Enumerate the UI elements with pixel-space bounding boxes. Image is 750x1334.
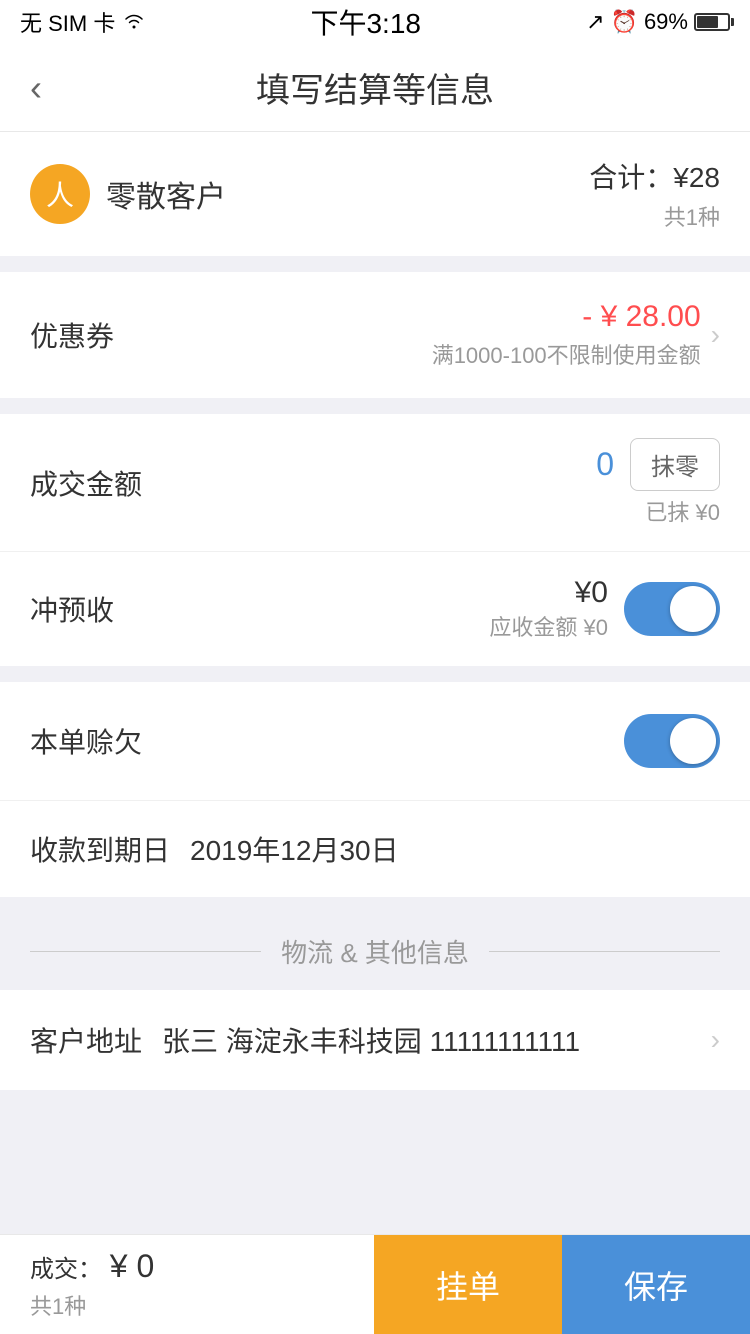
status-left: 无 SIM 卡 xyxy=(20,6,145,38)
logistics-line-right xyxy=(489,951,720,952)
status-time: 下午3:18 xyxy=(310,2,421,42)
save-button[interactable]: 保存 xyxy=(562,1235,750,1334)
prepay-value-row: ¥0 应收金额 ¥0 xyxy=(489,576,720,642)
prepay-row: 冲预收 ¥0 应收金额 ¥0 xyxy=(0,552,750,666)
logistics-title: 物流 & 其他信息 xyxy=(261,933,489,970)
coupon-desc: 满1000-100不限制使用金额 xyxy=(432,338,701,370)
total-price: 合计：¥28 xyxy=(589,156,720,196)
address-row[interactable]: 客户地址 张三 海淀永丰科技园 11111111111 › xyxy=(0,990,750,1090)
coupon-section[interactable]: 优惠券 - ¥ 28.00 满1000-100不限制使用金额 › xyxy=(0,272,750,398)
section-divider xyxy=(0,897,750,913)
avatar: 人 xyxy=(30,164,90,224)
battery-percent: 69% xyxy=(644,9,688,35)
customer-total: 合计：¥28 共1种 xyxy=(589,156,720,232)
prepay-amount: ¥0 xyxy=(489,576,608,610)
deal-amount-right: 0 抹零 已抹 ¥0 xyxy=(596,438,720,527)
bottom-deal-label: 成交： xyxy=(30,1256,102,1283)
coupon-chevron-icon: › xyxy=(711,319,720,351)
address-label: 客户地址 xyxy=(30,1020,142,1060)
logistics-header: 物流 & 其他信息 xyxy=(0,913,750,990)
bottom-deal-amount: ¥ 0 xyxy=(110,1248,154,1284)
coupon-value: - ¥ 28.00 满1000-100不限制使用金额 xyxy=(432,300,701,370)
due-date-value: 2019年12月30日 xyxy=(190,829,399,869)
customer-name: 零散客户 xyxy=(106,172,226,216)
location-icon: ↗ xyxy=(586,9,604,35)
hang-button[interactable]: 挂单 xyxy=(374,1235,562,1334)
customer-info: 人 零散客户 xyxy=(30,164,226,224)
address-value: 张三 海淀永丰科技园 11111111111 xyxy=(162,1020,711,1060)
bottom-info: 成交： ¥ 0 共1种 xyxy=(0,1248,374,1321)
total-count: 共1种 xyxy=(589,200,720,232)
sim-label: 无 SIM 卡 xyxy=(20,6,115,38)
debt-section: 本单赊欠 收款到期日 2019年12月30日 xyxy=(0,682,750,897)
coupon-label: 优惠券 xyxy=(30,315,114,355)
debt-label: 本单赊欠 xyxy=(30,721,142,761)
alarm-icon: ⏰ xyxy=(611,9,638,35)
deal-value-row: 0 抹零 xyxy=(596,438,720,491)
bottom-bar: 成交： ¥ 0 共1种 挂单 保存 xyxy=(0,1234,750,1334)
debt-row: 本单赊欠 xyxy=(0,682,750,801)
status-bar: 无 SIM 卡 下午3:18 ↗ ⏰ 69% xyxy=(0,0,750,44)
customer-section: 人 零散客户 合计：¥28 共1种 xyxy=(0,132,750,256)
prepay-sub: 应收金额 ¥0 xyxy=(489,610,608,642)
wifi-icon xyxy=(123,9,145,35)
deal-amount-sub: 已抹 ¥0 xyxy=(645,495,720,527)
battery-icon xyxy=(694,13,730,31)
back-button[interactable]: ‹ xyxy=(30,67,42,109)
debt-toggle-knob xyxy=(670,718,716,764)
due-date-label: 收款到期日 xyxy=(30,829,170,869)
prepay-label: 冲预收 xyxy=(30,589,114,629)
deal-section: 成交金额 0 抹零 已抹 ¥0 冲预收 ¥0 应收金额 ¥0 xyxy=(0,414,750,666)
avatar-icon: 人 xyxy=(46,174,74,214)
address-chevron-icon: › xyxy=(711,1024,720,1056)
deal-amount-label: 成交金额 xyxy=(30,463,142,503)
nav-bar: ‹ 填写结算等信息 xyxy=(0,44,750,132)
deal-amount-value: 0 xyxy=(596,446,614,483)
status-right: ↗ ⏰ 69% xyxy=(586,9,730,35)
address-section[interactable]: 客户地址 张三 海淀永丰科技园 11111111111 › xyxy=(0,990,750,1090)
round-button[interactable]: 抹零 xyxy=(630,438,720,491)
prepay-right: ¥0 应收金额 ¥0 xyxy=(489,576,720,642)
deal-amount-row: 成交金额 0 抹零 已抹 ¥0 xyxy=(0,414,750,552)
debt-toggle[interactable] xyxy=(624,714,720,768)
logistics-line-left xyxy=(30,951,261,952)
bottom-deal-row: 成交： ¥ 0 xyxy=(30,1248,344,1285)
coupon-row[interactable]: 优惠券 - ¥ 28.00 满1000-100不限制使用金额 › xyxy=(0,272,750,398)
coupon-right: - ¥ 28.00 满1000-100不限制使用金额 › xyxy=(432,300,720,370)
page-title: 填写结算等信息 xyxy=(256,63,494,112)
due-date-row: 收款到期日 2019年12月30日 xyxy=(0,801,750,897)
prepay-toggle[interactable] xyxy=(624,582,720,636)
bottom-count: 共1种 xyxy=(30,1289,344,1321)
coupon-amount: - ¥ 28.00 xyxy=(432,300,701,334)
prepay-toggle-knob xyxy=(670,586,716,632)
